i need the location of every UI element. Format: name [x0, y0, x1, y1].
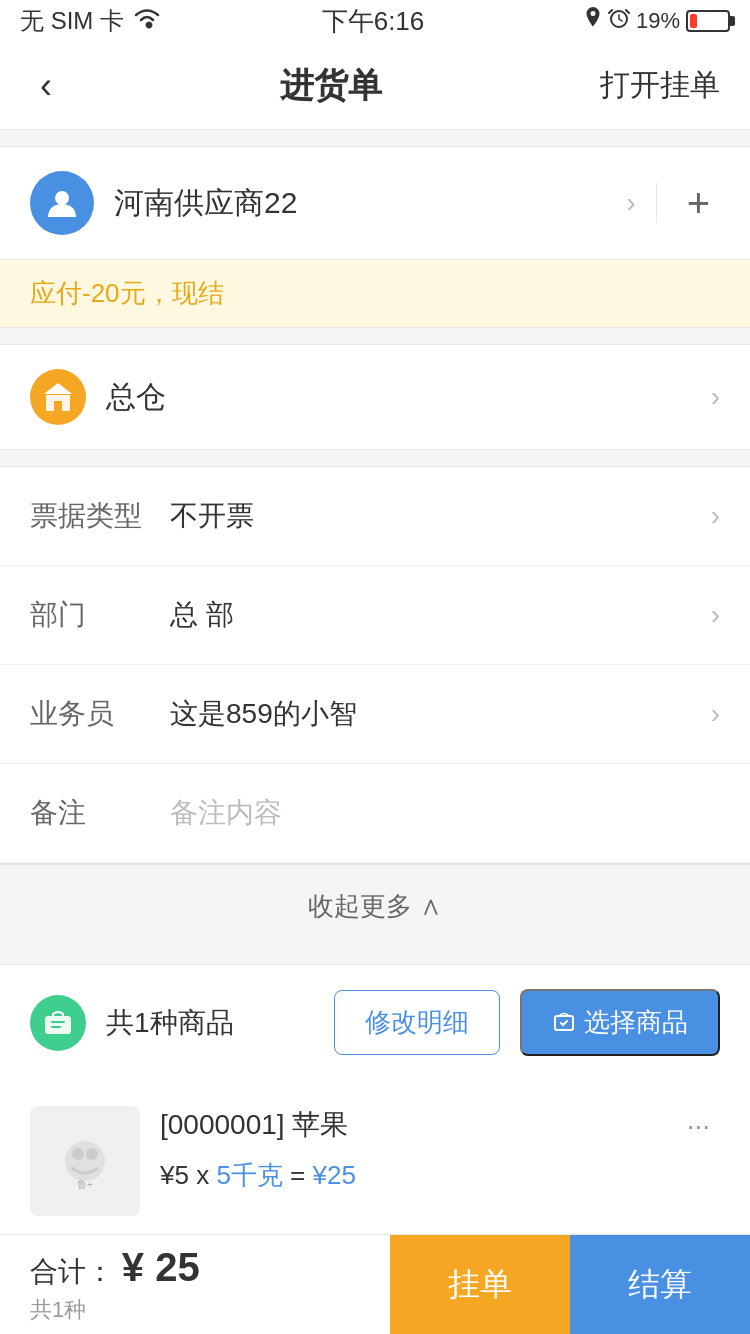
product-total: ¥25 — [313, 1160, 356, 1190]
product-header: 共1种商品 修改明细 选择商品 — [0, 965, 750, 1080]
section-gap-1 — [0, 130, 750, 146]
product-header-icon — [30, 995, 86, 1051]
collapse-more-button[interactable]: 收起更多 ∧ — [0, 864, 750, 948]
department-row[interactable]: 部门 总 部 › — [0, 566, 750, 665]
svg-rect-5 — [45, 1016, 71, 1034]
total-label: 合计： — [30, 1256, 114, 1287]
total-amount: ¥ 25 — [122, 1245, 200, 1289]
nav-bar: ‹ 进货单 打开挂单 — [0, 42, 750, 130]
supplier-row: 河南供应商22 › + — [0, 147, 750, 260]
product-count-text: 共1种商品 — [106, 1004, 314, 1042]
supplier-section: 河南供应商22 › + 应付-20元，现结 — [0, 146, 750, 328]
page-title: 进货单 — [280, 63, 382, 109]
salesperson-row[interactable]: 业务员 这是859的小智 › — [0, 665, 750, 764]
warehouse-name: 总仓 — [106, 377, 701, 418]
alarm-icon — [608, 7, 630, 35]
svg-point-10 — [72, 1148, 84, 1160]
battery-percentage: 19% — [636, 8, 680, 34]
section-gap-4 — [0, 948, 750, 964]
warehouse-icon — [30, 369, 86, 425]
bottom-bar: 合计： ¥ 25 共1种 挂单 结算 — [0, 1234, 750, 1334]
department-chevron-icon: › — [711, 599, 720, 631]
product-info: [0000001] 苹果 ¥5 x 5千克 = ¥25 — [160, 1106, 657, 1193]
svg-point-9 — [65, 1141, 105, 1181]
back-button[interactable]: ‹ — [30, 55, 62, 117]
invoice-type-value: 不开票 — [150, 497, 701, 535]
status-time: 下午6:16 — [322, 4, 425, 39]
warehouse-chevron-icon: › — [711, 381, 720, 413]
section-gap-3 — [0, 450, 750, 466]
wifi-icon — [132, 7, 162, 35]
location-icon — [584, 7, 602, 35]
remark-input[interactable]: 备注内容 — [150, 794, 720, 832]
department-label: 部门 — [30, 596, 150, 634]
battery-icon — [686, 8, 730, 34]
salesperson-label: 业务员 — [30, 695, 150, 733]
status-bar: 无 SIM 卡 下午6:16 19% — [0, 0, 750, 42]
svg-point-1 — [55, 191, 69, 205]
product-thumbnail: 鲁+ — [30, 1106, 140, 1216]
checkout-button[interactable]: 结算 — [570, 1235, 750, 1335]
multiply-icon: x — [196, 1160, 209, 1190]
invoice-type-label: 票据类型 — [30, 497, 150, 535]
product-price: ¥5 x 5千克 = ¥25 — [160, 1158, 657, 1193]
total-section: 合计： ¥ 25 共1种 — [0, 1245, 390, 1325]
svg-rect-7 — [51, 1026, 61, 1028]
add-supplier-button[interactable]: + — [677, 181, 720, 226]
select-product-label: 选择商品 — [584, 1005, 688, 1040]
total-sub: 共1种 — [30, 1295, 360, 1325]
product-quantity: 5千克 — [216, 1160, 282, 1190]
product-code: [0000001] — [160, 1109, 285, 1140]
svg-rect-4 — [54, 401, 62, 411]
invoice-type-row[interactable]: 票据类型 不开票 › — [0, 467, 750, 566]
hang-button[interactable]: 挂单 — [390, 1235, 570, 1335]
carrier-text: 无 SIM 卡 — [20, 5, 124, 37]
price-unit: ¥5 — [160, 1160, 189, 1190]
product-item: 鲁+ [0000001] 苹果 ¥5 x 5千克 = ¥25 ··· — [0, 1082, 750, 1240]
product-name: [0000001] 苹果 — [160, 1106, 657, 1144]
status-right: 19% — [584, 7, 730, 35]
equals-sign: = — [290, 1160, 305, 1190]
salesperson-chevron-icon: › — [711, 698, 720, 730]
section-gap-2 — [0, 328, 750, 344]
product-title: 苹果 — [292, 1109, 348, 1140]
warning-banner: 应付-20元，现结 — [0, 260, 750, 327]
supplier-avatar — [30, 171, 94, 235]
open-hang-button[interactable]: 打开挂单 — [600, 65, 720, 106]
select-product-button[interactable]: 选择商品 — [520, 989, 720, 1056]
total-main: 合计： ¥ 25 — [30, 1245, 360, 1291]
department-value: 总 部 — [150, 596, 701, 634]
product-section: 共1种商品 修改明细 选择商品 鲁+ [0000001] 苹果 — [0, 964, 750, 1241]
status-left: 无 SIM 卡 — [20, 5, 162, 37]
form-section: 票据类型 不开票 › 部门 总 部 › 业务员 这是859的小智 › 备注 备注… — [0, 466, 750, 864]
edit-detail-button[interactable]: 修改明细 — [334, 990, 500, 1055]
invoice-type-chevron-icon: › — [711, 500, 720, 532]
svg-marker-3 — [44, 383, 72, 394]
svg-text:鲁+: 鲁+ — [77, 1179, 93, 1190]
svg-point-11 — [86, 1148, 98, 1160]
salesperson-value: 这是859的小智 — [150, 695, 701, 733]
remark-row[interactable]: 备注 备注内容 — [0, 764, 750, 863]
warehouse-row[interactable]: 总仓 › — [0, 345, 750, 449]
warehouse-section: 总仓 › — [0, 344, 750, 450]
supplier-name[interactable]: 河南供应商22 — [114, 183, 616, 224]
product-more-button[interactable]: ··· — [677, 1106, 720, 1146]
remark-label: 备注 — [30, 794, 150, 832]
svg-rect-6 — [51, 1021, 65, 1023]
vertical-divider — [656, 183, 657, 223]
supplier-chevron-icon: › — [626, 187, 635, 219]
